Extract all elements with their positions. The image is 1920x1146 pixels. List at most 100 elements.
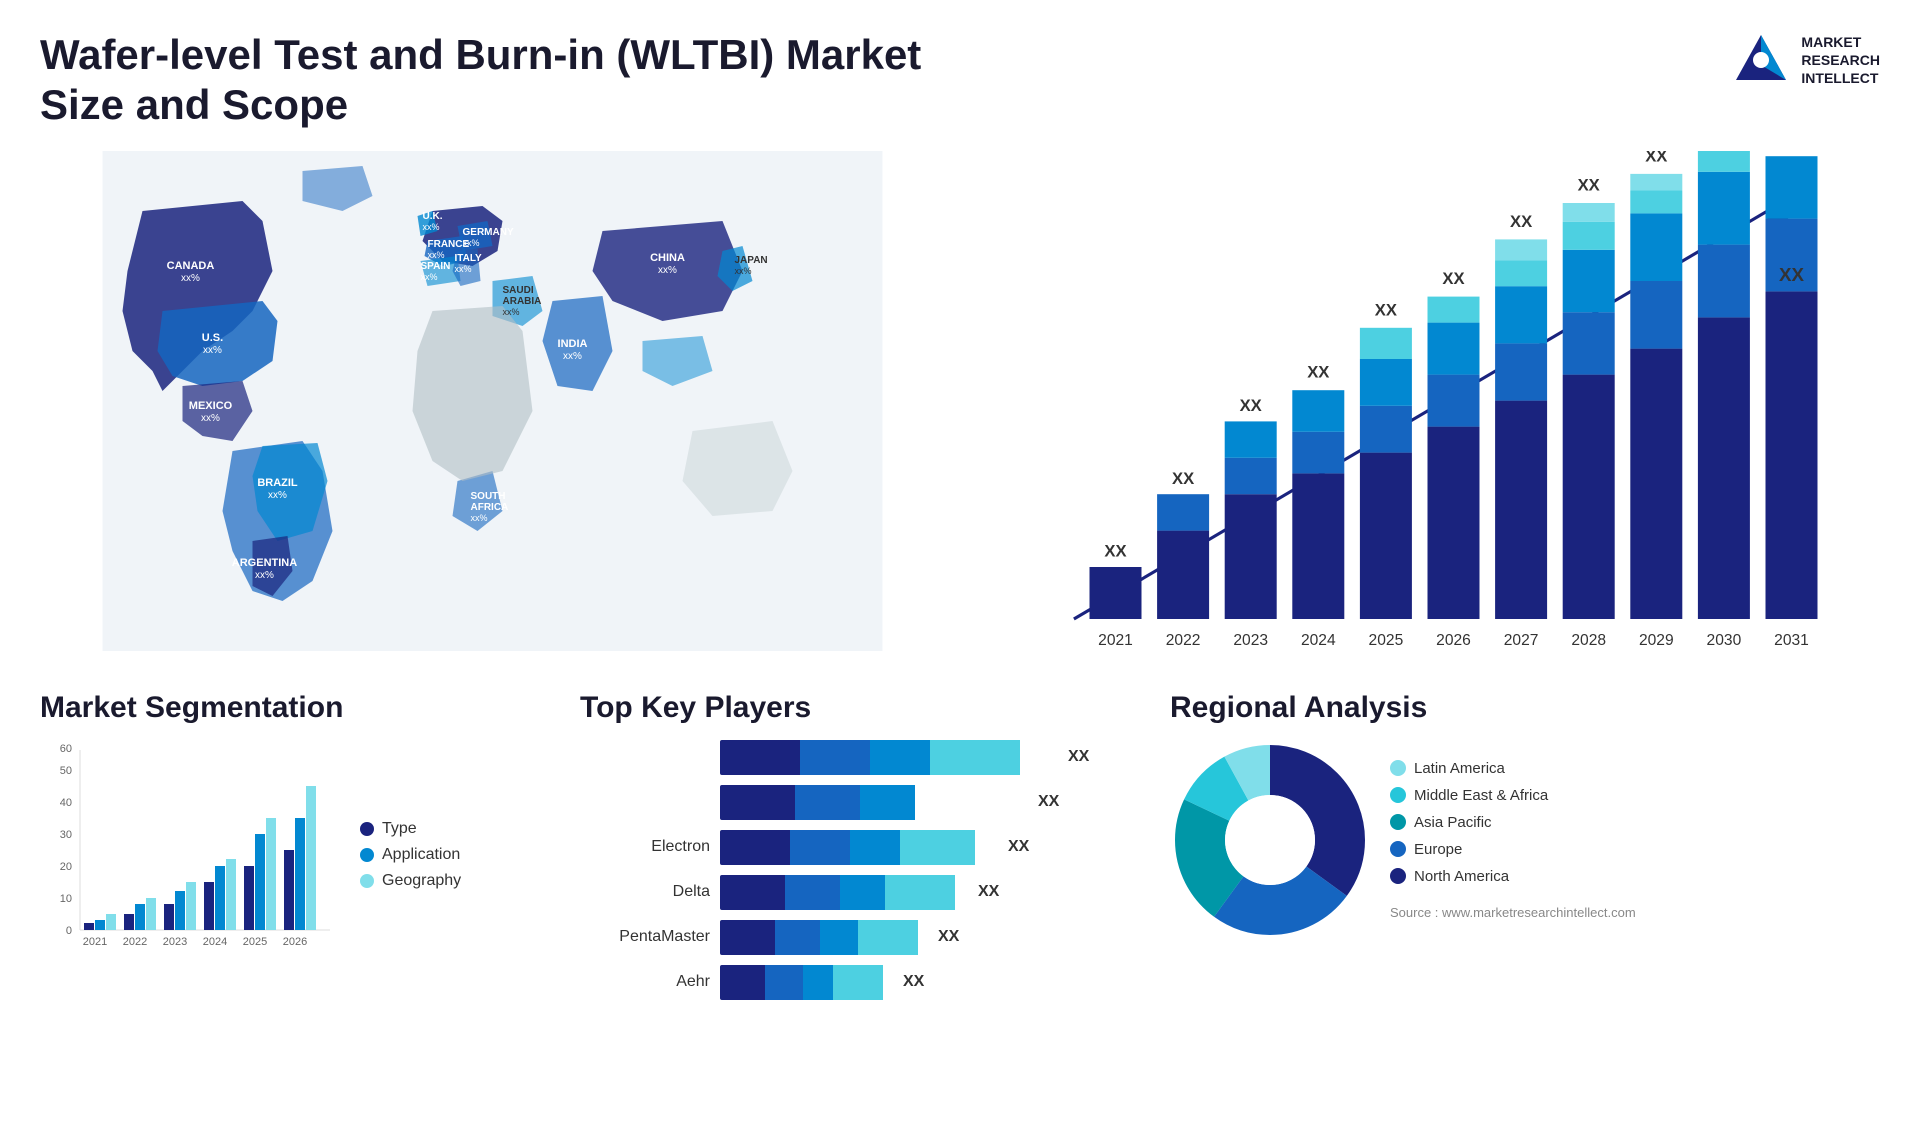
player-row: XX	[580, 785, 1130, 820]
legend-europe: Europe	[1390, 841, 1636, 858]
svg-text:BRAZIL: BRAZIL	[257, 477, 298, 489]
logo-line3: INTELLECT	[1801, 69, 1880, 87]
player-bar-seg1	[720, 830, 790, 865]
player-bar-seg4	[900, 830, 975, 865]
player-xx: XX	[1038, 793, 1059, 811]
svg-text:XX: XX	[1104, 541, 1126, 560]
latin-america-label: Latin America	[1414, 760, 1505, 777]
svg-text:50: 50	[60, 765, 72, 777]
svg-text:2031: 2031	[1774, 632, 1809, 649]
svg-text:xx%: xx%	[268, 490, 287, 501]
player-bar-container: XX	[720, 830, 1130, 865]
players-list: XX XX	[580, 740, 1130, 1000]
player-bar-seg2	[795, 785, 860, 820]
bottom-row: Market Segmentation 0 10 20 30 40 50 60	[40, 691, 1880, 1000]
world-map-section: CANADA xx% U.S. xx% MEXICO xx% BRAZIL xx…	[40, 151, 945, 651]
header: Wafer-level Test and Burn-in (WLTBI) Mar…	[40, 30, 1880, 131]
legend-application-label: Application	[382, 846, 460, 864]
svg-text:2024: 2024	[1301, 632, 1336, 649]
player-bar-seg2	[775, 920, 820, 955]
legend-latin-america: Latin America	[1390, 760, 1636, 777]
svg-text:XX: XX	[1375, 300, 1397, 319]
svg-text:xx%: xx%	[201, 413, 220, 424]
player-bar-seg1	[720, 785, 795, 820]
player-name-electron: Electron	[580, 838, 710, 856]
player-bar-container: XX	[720, 920, 1130, 955]
svg-text:2030: 2030	[1707, 632, 1742, 649]
svg-text:2027: 2027	[1504, 632, 1539, 649]
svg-text:XX: XX	[1240, 396, 1262, 415]
svg-text:SOUTH: SOUTH	[471, 491, 506, 502]
svg-text:INDIA: INDIA	[558, 338, 588, 350]
svg-text:xx%: xx%	[421, 272, 438, 282]
player-xx-pentamaster: XX	[938, 928, 959, 946]
svg-text:XX: XX	[1779, 264, 1804, 285]
player-name-aehr: Aehr	[580, 973, 710, 991]
logo-text: MARKET RESEARCH INTELLECT	[1801, 33, 1880, 88]
player-xx-delta: XX	[978, 883, 999, 901]
player-bar-seg4	[858, 920, 918, 955]
svg-text:XX: XX	[1307, 363, 1329, 382]
player-bar-seg1	[720, 965, 765, 1000]
svg-text:2028: 2028	[1571, 632, 1606, 649]
legend-application: Application	[360, 846, 461, 864]
svg-text:2024: 2024	[203, 936, 227, 948]
player-bar-container: XX	[720, 785, 1130, 820]
player-name-delta: Delta	[580, 883, 710, 901]
player-bar-container: XX	[720, 740, 1130, 775]
page-title: Wafer-level Test and Burn-in (WLTBI) Mar…	[40, 30, 940, 131]
svg-text:2026: 2026	[1436, 632, 1471, 649]
svg-text:2022: 2022	[123, 936, 147, 948]
svg-text:2023: 2023	[1233, 632, 1268, 649]
middle-east-label: Middle East & Africa	[1414, 787, 1548, 804]
legend-application-dot	[360, 848, 374, 862]
key-players-section: Top Key Players XX	[580, 691, 1130, 1000]
player-row: XX	[580, 740, 1130, 775]
svg-text:2021: 2021	[83, 936, 107, 948]
svg-text:xx%: xx%	[563, 351, 582, 362]
legend-geography: Geography	[360, 872, 461, 890]
player-row-pentamaster: PentaMaster XX	[580, 920, 1130, 955]
player-bar-seg2	[800, 740, 870, 775]
player-bar-seg2	[785, 875, 840, 910]
europe-dot	[1390, 841, 1406, 857]
svg-text:XX: XX	[1172, 469, 1194, 488]
svg-text:2026: 2026	[283, 936, 307, 948]
svg-text:xx%: xx%	[735, 266, 752, 276]
svg-text:10: 10	[60, 893, 72, 905]
player-bar-seg2	[790, 830, 850, 865]
svg-text:CANADA: CANADA	[167, 260, 215, 272]
svg-text:2023: 2023	[163, 936, 187, 948]
player-bar	[720, 965, 895, 1000]
svg-text:xx%: xx%	[423, 222, 440, 232]
logo-container: MARKET RESEARCH INTELLECT	[1731, 30, 1880, 90]
svg-text:ARABIA: ARABIA	[503, 296, 542, 307]
player-row-aehr: Aehr XX	[580, 965, 1130, 1000]
segmentation-chart-svg: 0 10 20 30 40 50 60 2021 2022 2023 2024 …	[40, 740, 340, 960]
legend-middle-east-africa: Middle East & Africa	[1390, 787, 1636, 804]
middle-east-dot	[1390, 787, 1406, 803]
svg-text:SAUDI: SAUDI	[503, 285, 534, 296]
growth-chart-section: XX XX XX XX XX	[975, 151, 1880, 671]
svg-text:XX: XX	[1510, 212, 1532, 231]
player-bar	[720, 785, 1030, 820]
player-bar	[720, 875, 970, 910]
svg-text:SPAIN: SPAIN	[421, 261, 451, 272]
player-bar-seg4	[930, 740, 1020, 775]
world-map-svg: CANADA xx% U.S. xx% MEXICO xx% BRAZIL xx…	[40, 151, 945, 651]
player-bar-container: XX	[720, 875, 1130, 910]
svg-text:U.K.: U.K.	[423, 211, 443, 222]
legend-geography-dot	[360, 874, 374, 888]
svg-text:MEXICO: MEXICO	[189, 400, 233, 412]
regional-title: Regional Analysis	[1170, 691, 1650, 725]
segmentation-legend: Type Application Geography	[360, 820, 461, 890]
player-name-pentamaster: PentaMaster	[580, 928, 710, 946]
legend-asia-pacific: Asia Pacific	[1390, 814, 1636, 831]
europe-label: Europe	[1414, 841, 1462, 858]
svg-text:20: 20	[60, 861, 72, 873]
regional-legend: Latin America Middle East & Africa Asia …	[1390, 760, 1636, 920]
svg-text:xx%: xx%	[503, 307, 520, 317]
regional-section: Regional Analysis	[1170, 691, 1650, 1000]
legend-north-america: North America	[1390, 868, 1636, 885]
svg-text:xx%: xx%	[203, 345, 222, 356]
